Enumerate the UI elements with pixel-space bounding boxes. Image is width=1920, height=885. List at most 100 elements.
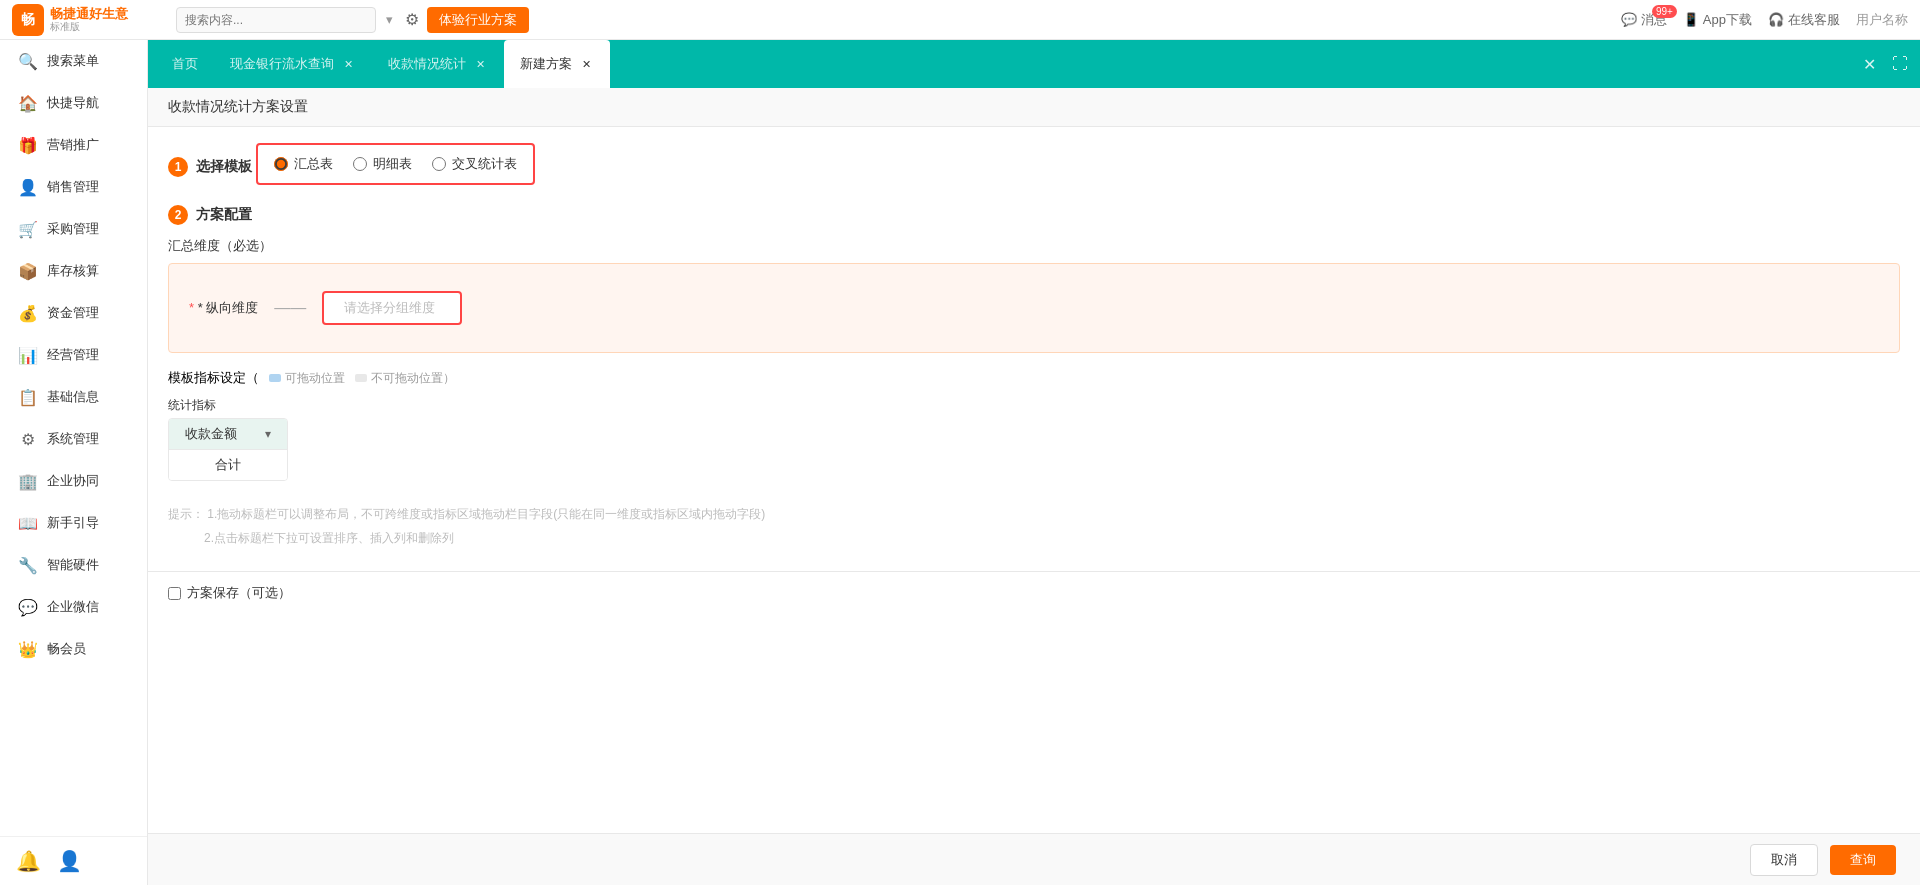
- sidebar-item-label-search: 搜索菜单: [47, 52, 99, 70]
- app-icon: 📱: [1683, 12, 1699, 27]
- sidebar-item-purchase[interactable]: 🛒 采购管理: [0, 208, 147, 250]
- wechat-icon: 💬: [19, 598, 37, 616]
- sidebar-item-label-wechat: 企业微信: [47, 598, 99, 616]
- tip1: 提示： 1.拖动标题栏可以调整布局，不可跨维度或指标区域拖动栏目字段(只能在同一…: [168, 504, 1900, 526]
- sidebar-item-label-inventory: 库存核算: [47, 262, 99, 280]
- radio-cross-input[interactable]: [432, 157, 446, 171]
- chart-icon: 📊: [19, 346, 37, 364]
- tab-expand-icon[interactable]: ⛶: [1888, 51, 1912, 77]
- tip2: 2.点击标题栏下拉可设置排序、插入列和删除列: [168, 528, 1900, 550]
- save-checkbox-label[interactable]: 方案保存（可选）: [168, 584, 291, 602]
- tab-new-plan-close[interactable]: ✕: [578, 56, 594, 72]
- radio-summary[interactable]: 汇总表: [274, 155, 333, 173]
- settings-icon: ⚙: [19, 430, 37, 448]
- logo-area: 畅 畅捷通好生意 标准版: [12, 4, 160, 36]
- user-sidebar-icon[interactable]: 👤: [57, 849, 82, 873]
- cancel-button[interactable]: 取消: [1750, 844, 1818, 876]
- cart-icon: 🛒: [19, 220, 37, 238]
- footer-actions: 取消 查询: [148, 833, 1920, 885]
- metrics-label: 模板指标设定（ 可拖动位置 不可拖动位置）: [168, 369, 1900, 387]
- sidebar-item-basicinfo[interactable]: 📋 基础信息: [0, 376, 147, 418]
- query-button[interactable]: 查询: [1830, 845, 1896, 875]
- tab-receipt-stats-close[interactable]: ✕: [472, 56, 488, 72]
- gift-icon: 🎁: [19, 136, 37, 154]
- online-service-label: 在线客服: [1788, 11, 1840, 29]
- sidebar-item-hardware[interactable]: 🔧 智能硬件: [0, 544, 147, 586]
- tab-new-plan-label: 新建方案: [520, 55, 572, 73]
- radio-cross[interactable]: 交叉统计表: [432, 155, 517, 173]
- row-label-text: * 纵向维度: [198, 300, 259, 315]
- sidebar-item-system[interactable]: ⚙ 系统管理: [0, 418, 147, 460]
- sidebar-item-inventory[interactable]: 📦 库存核算: [0, 250, 147, 292]
- tab-new-plan[interactable]: 新建方案 ✕: [504, 40, 610, 88]
- page-content: 收款情况统计方案设置 1 选择模板 汇总表: [148, 88, 1920, 833]
- metrics-config-label: 模板指标设定（: [168, 369, 259, 387]
- dropdown-icon[interactable]: ▾: [386, 12, 393, 27]
- sidebar-item-guide[interactable]: 📖 新手引导: [0, 502, 147, 544]
- sidebar-item-member[interactable]: 👑 畅会员: [0, 628, 147, 670]
- search-input[interactable]: [176, 7, 376, 33]
- metrics-config: 模板指标设定（ 可拖动位置 不可拖动位置） 统计指标: [168, 369, 1900, 484]
- main-layout: 🔍 搜索菜单 🏠 快捷导航 🎁 营销推广 👤 销售管理 🛒 采购管理 📦 库存核…: [0, 40, 1920, 885]
- template-options: 汇总表 明细表 交叉统计表: [256, 143, 535, 185]
- tips-section: 提示： 1.拖动标题栏可以调整布局，不可跨维度或指标区域拖动栏目字段(只能在同一…: [168, 504, 1900, 549]
- radio-summary-label: 汇总表: [294, 155, 333, 173]
- notification-area[interactable]: 💬 消息 99+: [1621, 11, 1667, 29]
- tab-receipt-stats[interactable]: 收款情况统计 ✕: [372, 40, 504, 88]
- step2-header: 2 方案配置: [168, 205, 1900, 225]
- app-download-link[interactable]: 📱 App下载: [1683, 11, 1752, 29]
- tab-home[interactable]: 首页: [156, 40, 214, 88]
- logo-icon: 畅: [12, 4, 44, 36]
- dimension-select[interactable]: 请选择分组维度: [322, 291, 462, 325]
- metrics-chevron-icon[interactable]: ▾: [265, 427, 271, 441]
- online-service-link[interactable]: 🎧 在线客服: [1768, 11, 1840, 29]
- notification-sidebar-icon[interactable]: 🔔: [16, 849, 41, 873]
- sidebar-item-finance[interactable]: 💰 资金管理: [0, 292, 147, 334]
- dimension-placeholder: 请选择分组维度: [344, 300, 435, 315]
- header-actions: 💬 消息 99+ 📱 App下载 🎧 在线客服 用户名称: [1621, 11, 1908, 29]
- sidebar-item-enterprise[interactable]: 🏢 企业协同: [0, 460, 147, 502]
- tab-receipt-stats-label: 收款情况统计: [388, 55, 466, 73]
- app-download-label: App下载: [1703, 11, 1752, 29]
- sidebar-item-marketing[interactable]: 🎁 营销推广: [0, 124, 147, 166]
- page-title: 收款情况统计方案设置: [168, 98, 308, 114]
- sidebar-item-label-finance: 资金管理: [47, 304, 99, 322]
- radio-summary-input[interactable]: [274, 157, 288, 171]
- sidebar-item-label-hardware: 智能硬件: [47, 556, 99, 574]
- sidebar-item-quicknav[interactable]: 🏠 快捷导航: [0, 82, 147, 124]
- sidebar-item-label-sales: 销售管理: [47, 178, 99, 196]
- sidebar-item-search[interactable]: 🔍 搜索菜单: [0, 40, 147, 82]
- tab-bank-flow-close[interactable]: ✕: [340, 56, 356, 72]
- message-icon: 💬: [1621, 12, 1637, 27]
- stats-label: 统计指标: [168, 397, 1900, 414]
- sidebar-item-label-guide: 新手引导: [47, 514, 99, 532]
- tab-bank-flow[interactable]: 现金银行流水查询 ✕: [214, 40, 372, 88]
- gear-icon[interactable]: ⚙: [405, 10, 419, 29]
- search-icon: 🔍: [19, 52, 37, 70]
- non-movable-indicator: 不可拖动位置）: [355, 370, 455, 387]
- radio-detail-input[interactable]: [353, 157, 367, 171]
- step2-number: 2: [168, 205, 188, 225]
- logo-sub: 标准版: [50, 21, 128, 33]
- trial-button[interactable]: 体验行业方案: [427, 7, 529, 33]
- home-icon: 🏠: [19, 94, 37, 112]
- save-checkbox-input[interactable]: [168, 587, 181, 600]
- clipboard-icon: 📋: [19, 388, 37, 406]
- sidebar-item-label-marketing: 营销推广: [47, 136, 99, 154]
- book-icon: 📖: [19, 514, 37, 532]
- step1-label: 1 选择模板: [168, 157, 252, 177]
- metrics-header[interactable]: 收款金额 ▾: [169, 419, 287, 450]
- step1-section: 1 选择模板 汇总表 明细表: [148, 127, 1920, 205]
- sidebar-item-sales[interactable]: 👤 销售管理: [0, 166, 147, 208]
- person-icon: 👤: [19, 178, 37, 196]
- radio-detail[interactable]: 明细表: [353, 155, 412, 173]
- notification-badge: 99+: [1652, 5, 1677, 18]
- sidebar-item-operations[interactable]: 📊 经营管理: [0, 334, 147, 376]
- movable-label: 可拖动位置: [285, 370, 345, 387]
- sidebar-item-wechat[interactable]: 💬 企业微信: [0, 586, 147, 628]
- tab-bank-flow-label: 现金银行流水查询: [230, 55, 334, 73]
- movable-indicator: 可拖动位置: [269, 370, 345, 387]
- tab-close-all-icon[interactable]: ✕: [1859, 51, 1880, 78]
- metrics-table: 收款金额 ▾ 合计: [168, 418, 288, 481]
- page-title-bar: 收款情况统计方案设置: [148, 88, 1920, 127]
